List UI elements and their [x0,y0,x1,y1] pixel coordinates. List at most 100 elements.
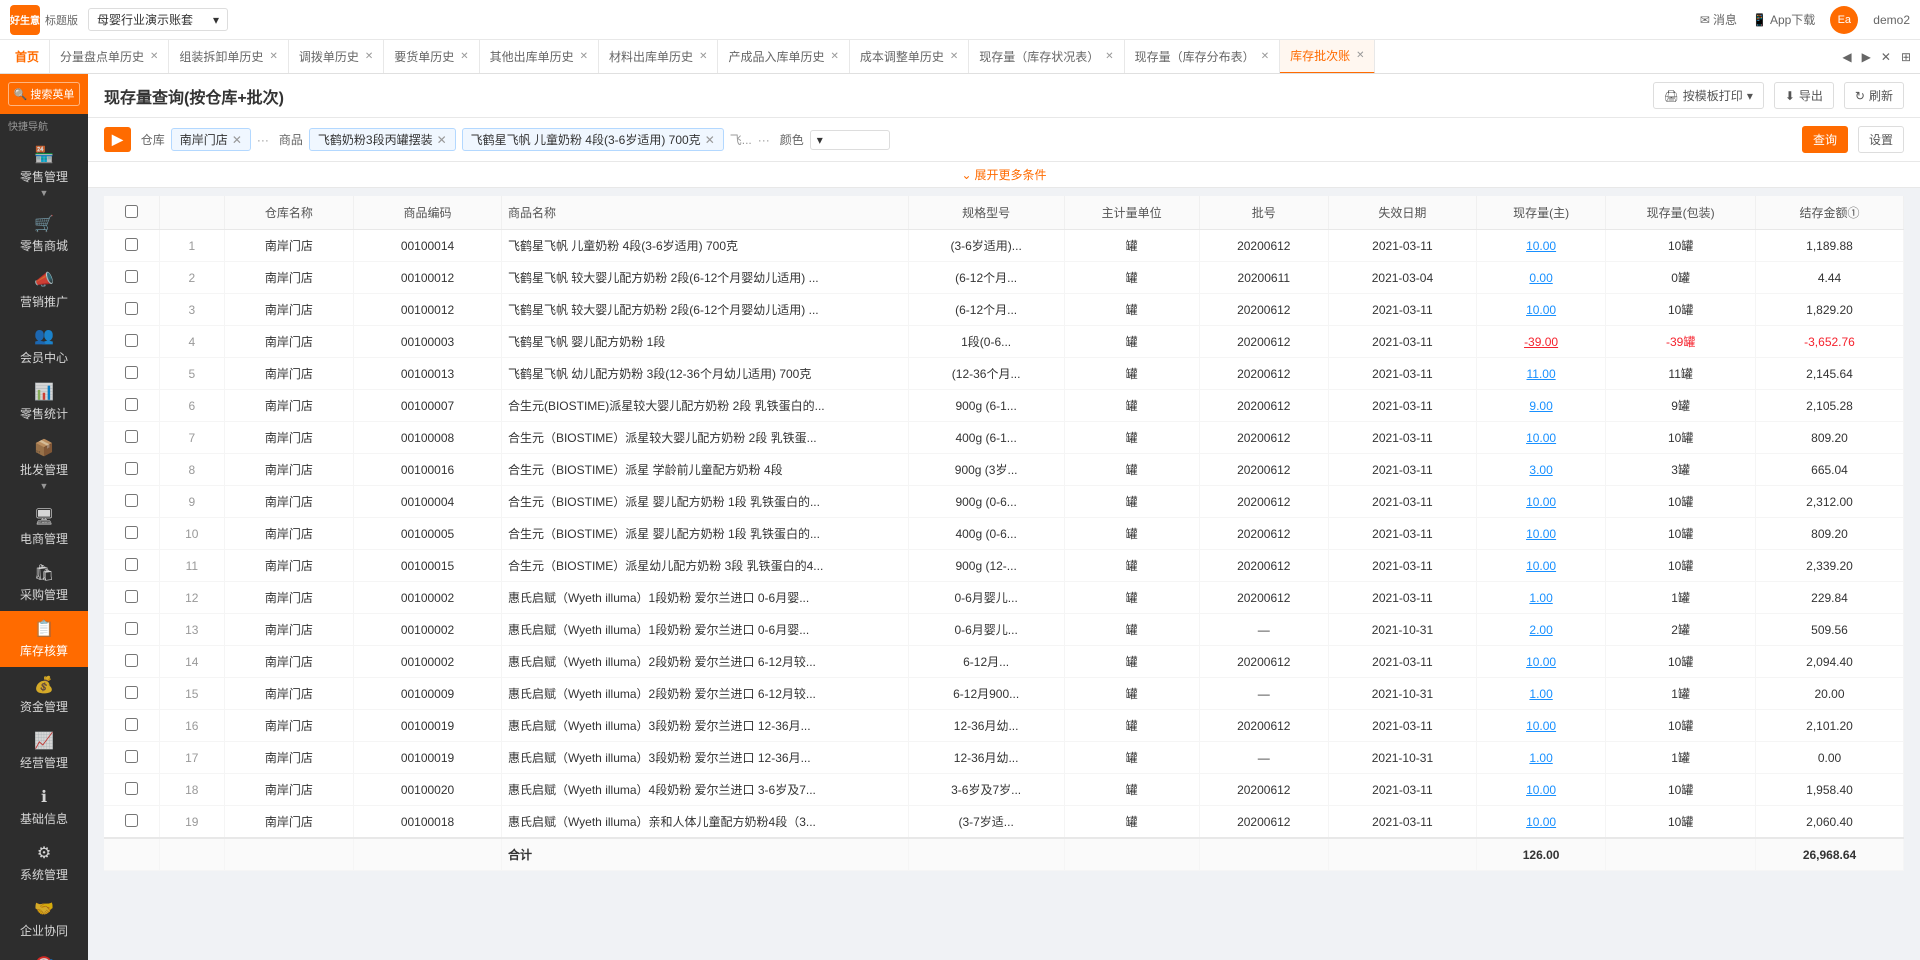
row-qty-main[interactable]: 1.00 [1476,678,1605,710]
row-checkbox[interactable] [104,646,159,678]
tab-close-all[interactable]: ✕ [1877,48,1895,66]
row-checkbox[interactable] [104,230,159,262]
message-button[interactable]: ✉ 消息 [1700,11,1737,28]
remove-product-filter-1[interactable]: ✕ [437,133,447,147]
row-checkbox[interactable] [104,678,159,710]
remove-warehouse-filter[interactable]: ✕ [232,133,242,147]
sidebar-item-inventory[interactable]: 📋 库存核算 [0,611,88,667]
close-icon[interactable]: ✕ [950,51,958,62]
sidebar-item-retail-stats[interactable]: 📊 零售统计 [0,374,88,430]
row-qty-main[interactable]: 0.00 [1476,262,1605,294]
row-checkbox[interactable] [104,710,159,742]
close-icon[interactable]: ✕ [830,51,838,62]
user-name[interactable]: demo2 [1873,13,1910,27]
search-menu-button[interactable]: 🔍 搜索英单 [8,82,80,106]
tab-next-arrow[interactable]: ▶ [1858,48,1875,66]
row-qty-main[interactable]: 10.00 [1476,710,1605,742]
row-qty-main[interactable]: 1.00 [1476,742,1605,774]
tab-diaobodao[interactable]: 调拨单历史 ✕ [289,40,384,74]
close-icon[interactable]: ✕ [1261,51,1269,62]
product-filter-tag-2[interactable]: 飞鹤星飞帆 儿童奶粉 4段(3-6岁适用) 700克 ✕ [462,128,724,151]
sidebar-item-member[interactable]: 👥 会员中心 [0,318,88,374]
tab-expand[interactable]: ⊞ [1897,48,1915,66]
close-icon[interactable]: ✕ [699,51,707,62]
sidebar-item-retail-mall[interactable]: 🛒 零售商城 [0,206,88,262]
row-qty-main[interactable]: 3.00 [1476,454,1605,486]
row-qty-main[interactable]: 10.00 [1476,518,1605,550]
remove-product-filter-2[interactable]: ✕ [705,133,715,147]
product-filter-tag-1[interactable]: 飞鹤奶粉3段丙罐摆装 ✕ [309,128,456,151]
row-checkbox[interactable] [104,614,159,646]
sidebar-item-ecommerce[interactable]: 🖥 电商管理 [0,499,88,555]
select-all-checkbox[interactable] [125,205,138,218]
tab-yaohuo[interactable]: 要货单历史 ✕ [384,40,479,74]
tab-home[interactable]: 首页 [5,40,50,74]
close-icon[interactable]: ✕ [1356,50,1364,61]
row-qty-main[interactable]: 11.00 [1476,358,1605,390]
expand-conditions-button[interactable]: ⌄ 展开更多条件 [961,166,1046,183]
row-checkbox[interactable] [104,806,159,839]
row-checkbox[interactable] [104,294,159,326]
close-icon[interactable]: ✕ [150,51,158,62]
tab-qitachu[interactable]: 其他出库单历史 ✕ [480,40,599,74]
tab-kucunpicizh[interactable]: 库存批次账 ✕ [1280,40,1375,74]
more-product-options[interactable]: ··· [758,133,770,147]
tab-cailiao[interactable]: 材料出库单历史 ✕ [599,40,718,74]
row-checkbox[interactable] [104,358,159,390]
print-button[interactable]: 🖨 按模板打印 ▾ [1653,82,1764,109]
sidebar-item-retail-mgmt[interactable]: 🏪 零售管理 ▼ [0,137,88,206]
row-qty-main[interactable]: 10.00 [1476,294,1605,326]
color-filter-dropdown[interactable]: ▾ [810,130,890,150]
row-checkbox[interactable] [104,582,159,614]
refresh-button[interactable]: ↻ 刷新 [1844,82,1904,109]
row-qty-main[interactable]: 10.00 [1476,422,1605,454]
tab-chengben[interactable]: 成本调整单历史 ✕ [850,40,969,74]
tab-xianccunkuang[interactable]: 现存量（库存状况表） ✕ [969,40,1124,74]
sidebar-item-operations[interactable]: 📈 经营管理 [0,723,88,779]
sidebar-item-wholesale[interactable]: 📦 批发管理 ▼ [0,430,88,499]
row-qty-main[interactable]: -39.00 [1476,326,1605,358]
close-icon[interactable]: ✕ [1105,51,1113,62]
row-checkbox[interactable] [104,262,159,294]
warehouse-filter-tag[interactable]: 南岸门店 ✕ [171,128,251,151]
row-checkbox[interactable] [104,742,159,774]
app-download-button[interactable]: 📱 App下载 [1752,11,1815,28]
close-icon[interactable]: ✕ [460,51,468,62]
sidebar-item-basic-info[interactable]: ℹ 基础信息 [0,779,88,835]
row-checkbox[interactable] [104,390,159,422]
settings-button[interactable]: 设置 [1858,126,1904,153]
query-button[interactable]: 查询 [1802,126,1848,153]
row-qty-main[interactable]: 1.00 [1476,582,1605,614]
industry-select[interactable]: 母婴行业演示账套 ▾ [88,8,228,31]
avatar[interactable]: Ea [1830,6,1858,34]
row-qty-main[interactable]: 10.00 [1476,646,1605,678]
more-warehouse-options[interactable]: ··· [257,133,269,147]
row-checkbox[interactable] [104,326,159,358]
close-icon[interactable]: ✕ [365,51,373,62]
row-checkbox[interactable] [104,550,159,582]
row-checkbox[interactable] [104,454,159,486]
tab-fenliangpandian[interactable]: 分量盘点单历史 ✕ [50,40,169,74]
sidebar-item-marketing[interactable]: 📣 营销推广 [0,262,88,318]
row-checkbox[interactable] [104,518,159,550]
row-qty-main[interactable]: 10.00 [1476,486,1605,518]
sidebar-item-guide[interactable]: 🎯 新手引导 [0,947,88,960]
row-qty-main[interactable]: 9.00 [1476,390,1605,422]
col-header-checkbox[interactable] [104,196,159,230]
row-qty-main[interactable]: 10.00 [1476,774,1605,806]
close-icon[interactable]: ✕ [580,51,588,62]
tab-xiancunkuangfen[interactable]: 现存量（库存分布表） ✕ [1125,40,1280,74]
row-qty-main[interactable]: 2.00 [1476,614,1605,646]
row-checkbox[interactable] [104,774,159,806]
filter-toggle-button[interactable]: ▶ [104,127,131,152]
sidebar-item-system[interactable]: ⚙ 系统管理 [0,835,88,891]
tab-prev-arrow[interactable]: ◀ [1838,48,1855,66]
sidebar-item-finance[interactable]: 💰 资金管理 [0,667,88,723]
row-qty-main[interactable]: 10.00 [1476,230,1605,262]
row-checkbox[interactable] [104,422,159,454]
tab-chanchengpin[interactable]: 产成品入库单历史 ✕ [718,40,849,74]
row-qty-main[interactable]: 10.00 [1476,550,1605,582]
row-qty-main[interactable]: 10.00 [1476,806,1605,839]
row-checkbox[interactable] [104,486,159,518]
sidebar-item-purchase[interactable]: 🛍 采购管理 [0,555,88,611]
